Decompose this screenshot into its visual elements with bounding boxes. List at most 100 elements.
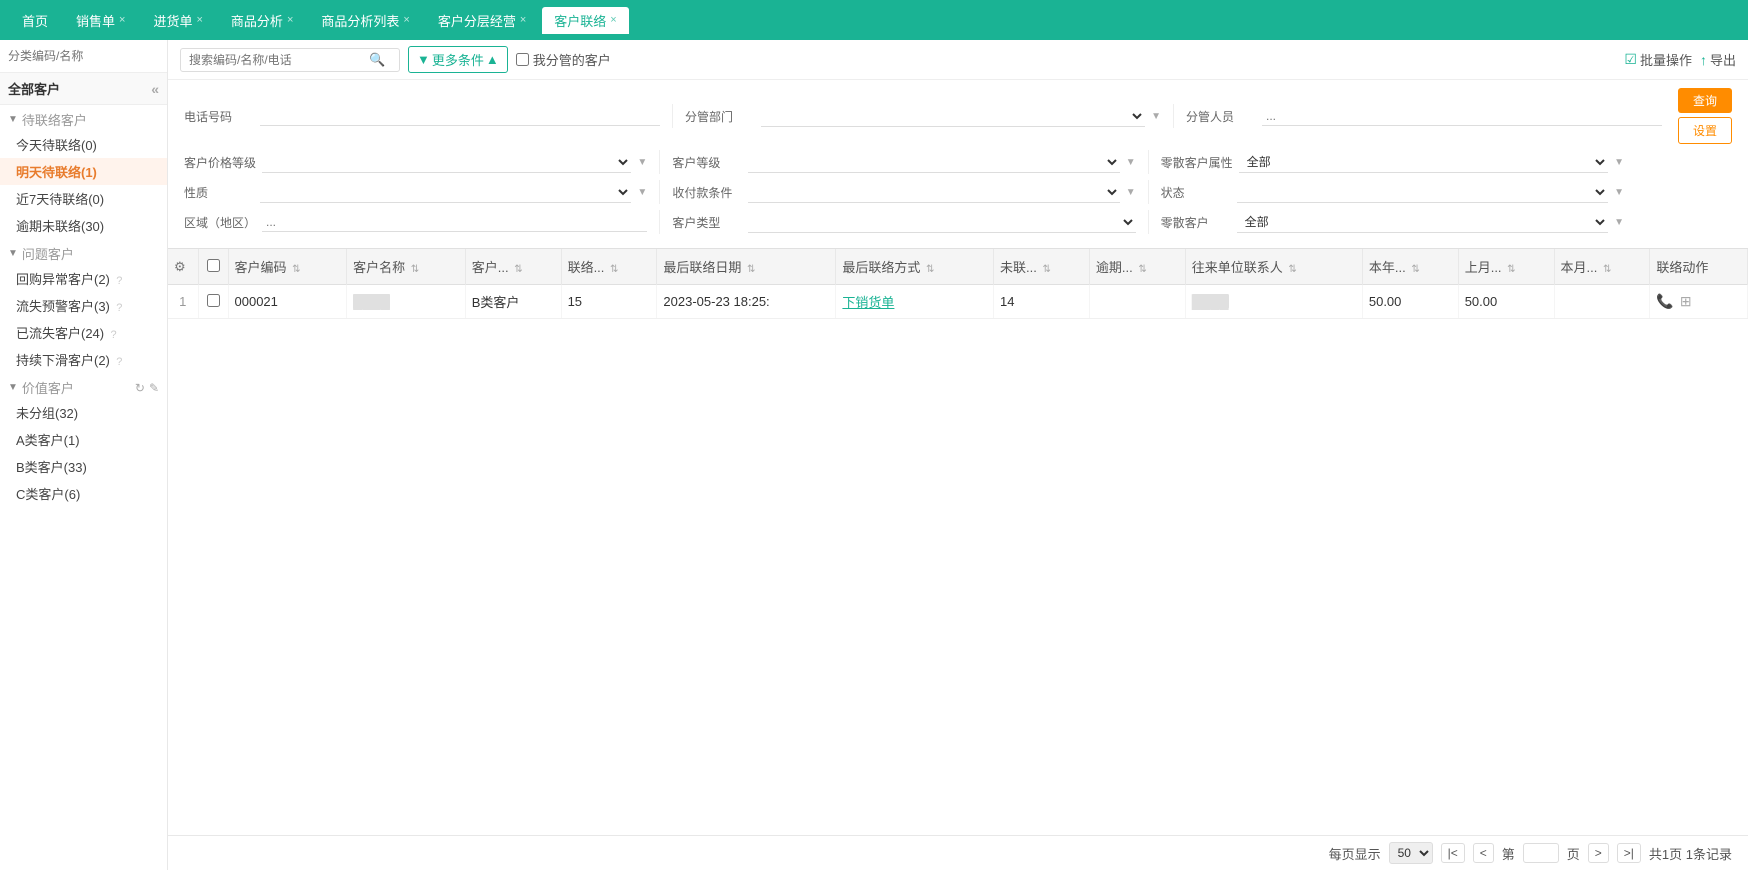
filter-bar: 🔍 ▼ 更多条件 ▲ 我分管的客户 ☑ 批量操作 ↑ 导出 <box>168 40 1748 80</box>
filter-row-1: 电话号码 分管部门 ▼ 分管人员 查询 设 <box>184 88 1732 144</box>
select-all-checkbox-col <box>198 249 228 285</box>
row-uncontacted: 14 <box>994 285 1090 319</box>
filter-field-customer-type: 客户类型 <box>672 212 1135 233</box>
filter-field-retail-customer: 零散客户 全部 ▼ <box>1161 212 1624 233</box>
sort-code-icon: ⇅ <box>292 264 300 275</box>
sidebar-item-churned[interactable]: 已流失客户(24) ? <box>0 319 167 346</box>
th-customer-cat[interactable]: 客户... ⇅ <box>465 249 561 285</box>
customers-table: ⚙ 客户编码 ⇅ 客户名称 ⇅ 客户... ⇅ 联络... ⇅ 最后联络日期 ⇅… <box>168 249 1748 319</box>
more-filter-button[interactable]: ▼ 更多条件 ▲ <box>408 46 508 73</box>
search-icon[interactable]: 🔍 <box>369 52 385 68</box>
sidebar-search-input[interactable] <box>8 49 163 63</box>
table-settings-icon[interactable]: ⚙ <box>168 249 198 285</box>
filter-retail-attr-select[interactable]: 全部 <box>1239 152 1608 173</box>
export-button[interactable]: ↑ 导出 <box>1700 50 1736 69</box>
filter-region-input[interactable] <box>262 213 647 232</box>
price-level-chevron-icon: ▼ <box>637 157 647 168</box>
page-number-input[interactable]: 1 <box>1523 843 1559 863</box>
close-contact-icon[interactable]: × <box>610 14 616 26</box>
search-input[interactable] <box>189 53 369 67</box>
sidebar-item-b-class[interactable]: B类客户(33) <box>0 453 167 480</box>
th-overdue[interactable]: 逾期... ⇅ <box>1089 249 1185 285</box>
nav-purchase[interactable]: 进货单 × <box>141 7 214 34</box>
filter-dept-select[interactable] <box>761 106 1145 127</box>
sidebar-item-repurchase-abnormal[interactable]: 回购异常客户(2) ? <box>0 265 167 292</box>
filter-manager-input[interactable] <box>1262 107 1662 126</box>
close-goods-list-icon[interactable]: × <box>403 14 409 26</box>
first-page-button[interactable]: |< <box>1441 843 1465 863</box>
sidebar-item-c-class[interactable]: C类客户(6) <box>0 480 167 507</box>
filter-payment-select[interactable] <box>748 182 1119 203</box>
sidebar-item-churn-warning[interactable]: 流失预警客户(3) ? <box>0 292 167 319</box>
setting-button[interactable]: 设置 <box>1678 117 1732 144</box>
th-contact-count[interactable]: 联络... ⇅ <box>561 249 657 285</box>
th-this-month[interactable]: 本月... ⇅ <box>1554 249 1650 285</box>
close-sales-icon[interactable]: × <box>119 14 125 26</box>
row-this-month <box>1554 285 1650 319</box>
sidebar-item-declining[interactable]: 持续下滑客户(2) ? <box>0 346 167 373</box>
sort-date-icon: ⇅ <box>747 264 755 275</box>
sort-uncontacted-icon: ⇅ <box>1043 264 1051 275</box>
th-last-month[interactable]: 上月... ⇅ <box>1458 249 1554 285</box>
help-icon3: ? <box>110 329 116 341</box>
th-customer-code[interactable]: 客户编码 ⇅ <box>228 249 347 285</box>
filter-status-select[interactable] <box>1237 182 1608 203</box>
nav-home[interactable]: 首页 <box>10 7 60 34</box>
triangle-icon: ▼ <box>8 114 18 125</box>
filter-field-retail-attr: 零散客户属性 全部 ▼ <box>1161 152 1624 173</box>
last-method-link[interactable]: 下销货单 <box>842 295 894 310</box>
th-this-year[interactable]: 本年... ⇅ <box>1362 249 1458 285</box>
nav-goods-analysis-list[interactable]: 商品分析列表 × <box>309 7 421 34</box>
filter-retail-customer-select[interactable]: 全部 <box>1237 212 1608 233</box>
sidebar-group-problem: ▼ 问题客户 <box>0 239 167 265</box>
th-last-contact-date[interactable]: 最后联络日期 ⇅ <box>657 249 836 285</box>
action-grid-icon[interactable]: ⊞ <box>1680 293 1692 310</box>
filter-field-region: 区域（地区） <box>184 213 647 232</box>
next-page-button[interactable]: > <box>1588 843 1609 863</box>
th-uncontacted[interactable]: 未联... ⇅ <box>994 249 1090 285</box>
filter-customer-type-select[interactable] <box>748 212 1135 233</box>
query-button[interactable]: 查询 <box>1678 88 1732 113</box>
sidebar-item-tomorrow-contact[interactable]: 明天待联络(1) <box>0 158 167 185</box>
filter-field-manager: 分管人员 <box>1186 107 1662 126</box>
filter-field-payment: 收付款条件 ▼ <box>672 182 1135 203</box>
row-last-date: 2023-05-23 18:25: <box>657 285 836 319</box>
th-customer-name[interactable]: 客户名称 ⇅ <box>347 249 466 285</box>
sidebar-collapse-icon[interactable]: « <box>151 81 159 97</box>
nav-customer-contact[interactable]: 客户联络 × <box>542 7 628 34</box>
th-last-contact-method[interactable]: 最后联络方式 ⇅ <box>836 249 994 285</box>
close-tier-icon[interactable]: × <box>520 14 526 26</box>
batch-op-button[interactable]: ☑ 批量操作 <box>1624 50 1692 69</box>
my-customers-checkbox-area[interactable]: 我分管的客户 <box>516 50 611 69</box>
sidebar-item-ungrouped[interactable]: 未分组(32) <box>0 399 167 426</box>
sidebar-all-customers[interactable]: 全部客户 « <box>0 73 167 105</box>
nav-sales[interactable]: 销售单 × <box>64 7 137 34</box>
filter-phone-input[interactable] <box>260 107 660 126</box>
close-goods-analysis-icon[interactable]: × <box>287 14 293 26</box>
sidebar-item-a-class[interactable]: A类客户(1) <box>0 426 167 453</box>
sidebar-group-value: ▼ 价值客户 ↻ ✎ <box>0 373 167 399</box>
my-customers-checkbox[interactable] <box>516 53 529 66</box>
last-page-button[interactable]: >| <box>1617 843 1641 863</box>
filter-price-level-select[interactable] <box>262 152 631 173</box>
pagination-bar: 每页显示 50 |< < 第 1 页 > >| 共1页 1条记录 <box>168 835 1748 870</box>
top-nav: 首页 销售单 × 进货单 × 商品分析 × 商品分析列表 × 客户分层经营 × … <box>0 0 1748 40</box>
filter-customer-level-select[interactable] <box>748 152 1119 173</box>
edit-icon[interactable]: ✎ <box>149 381 159 395</box>
sidebar-item-today-contact[interactable]: 今天待联络(0) <box>0 131 167 158</box>
nav-customer-tier[interactable]: 客户分层经营 × <box>426 7 538 34</box>
sidebar-item-7day-contact[interactable]: 近7天待联络(0) <box>0 185 167 212</box>
nav-goods-analysis[interactable]: 商品分析 × <box>219 7 305 34</box>
action-phone-icon[interactable]: 📞 <box>1656 293 1673 310</box>
sort-method-icon: ⇅ <box>926 264 934 275</box>
sidebar-item-overdue-contact[interactable]: 逾期未联络(30) <box>0 212 167 239</box>
th-unit-contact[interactable]: 往来单位联系人 ⇅ <box>1185 249 1362 285</box>
prev-page-button[interactable]: < <box>1473 843 1494 863</box>
page-size-select[interactable]: 50 <box>1389 842 1433 864</box>
refresh-icon[interactable]: ↻ <box>135 381 145 395</box>
row-checkbox[interactable] <box>207 294 220 307</box>
help-icon2: ? <box>116 302 122 314</box>
filter-nature-select[interactable] <box>260 182 631 203</box>
close-purchase-icon[interactable]: × <box>196 14 202 26</box>
select-all-checkbox[interactable] <box>207 259 220 272</box>
